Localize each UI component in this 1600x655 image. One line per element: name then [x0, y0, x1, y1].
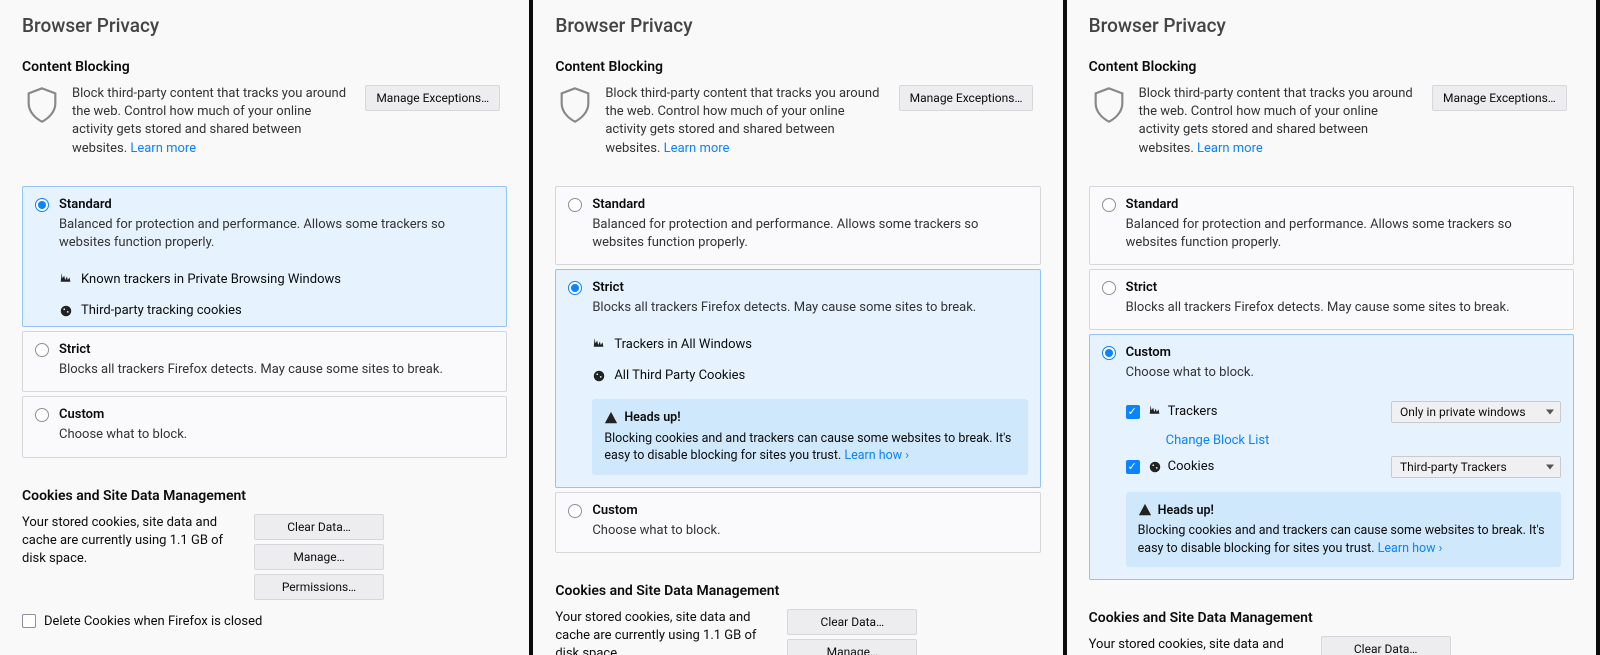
option-strict[interactable]: Strict Blocks all trackers Firefox detec… — [555, 269, 1040, 488]
shield-icon — [1089, 85, 1129, 125]
permissions-button[interactable]: Permissions… — [254, 574, 384, 600]
option-standard-desc: Balanced for protection and performance.… — [23, 216, 506, 264]
clear-data-button[interactable]: Clear Data… — [787, 609, 917, 635]
delete-on-close-label: Delete Cookies when Firefox is closed — [44, 614, 262, 629]
content-blocking-heading: Content Blocking — [555, 59, 1040, 75]
option-strict[interactable]: Strict Blocks all trackers Firefox detec… — [22, 331, 507, 392]
learn-how-link[interactable]: Learn how — [844, 448, 909, 463]
privacy-panel-custom: Browser Privacy Content Blocking Block t… — [1067, 0, 1600, 655]
shield-icon — [22, 85, 62, 125]
option-standard[interactable]: Standard Balanced for protection and per… — [555, 186, 1040, 265]
delete-on-close-checkbox[interactable] — [22, 614, 36, 628]
option-custom[interactable]: Custom Choose what to block. — [22, 396, 507, 457]
cookies-label: Cookies — [1168, 459, 1391, 474]
manage-button[interactable]: Manage… — [254, 544, 384, 570]
content-blocking-description: Block third-party content that tracks yo… — [605, 85, 888, 158]
cookies-heading: Cookies and Site Data Management — [1089, 610, 1574, 626]
content-blocking-heading: Content Blocking — [22, 59, 507, 75]
option-standard-title: Standard — [592, 197, 645, 212]
headsup-box: Heads up! Blocking cookies and and track… — [592, 399, 1027, 475]
content-blocking-description: Block third-party content that tracks yo… — [72, 85, 355, 158]
tracker-icon — [592, 338, 606, 352]
cookies-heading: Cookies and Site Data Management — [555, 583, 1040, 599]
standard-item-cookies: Third-party tracking cookies — [23, 295, 506, 326]
warning-icon — [604, 411, 618, 425]
option-custom-desc: Choose what to block. — [556, 522, 1039, 552]
content-blocking-heading: Content Blocking — [1089, 59, 1574, 75]
change-block-list-link[interactable]: Change Block List — [1090, 429, 1573, 450]
privacy-panel-strict: Browser Privacy Content Blocking Block t… — [533, 0, 1066, 655]
radio-strict[interactable] — [568, 281, 582, 295]
page-title: Browser Privacy — [1089, 14, 1574, 37]
cookies-summary: Your stored cookies, site data and cache… — [22, 514, 242, 569]
headsup-box: Heads up! Blocking cookies and and track… — [1126, 492, 1561, 568]
clear-data-button[interactable]: Clear Data… — [1321, 636, 1451, 655]
radio-custom[interactable] — [568, 504, 582, 518]
trackers-select[interactable]: Only in private windows — [1391, 401, 1561, 423]
option-standard-title: Standard — [1126, 197, 1179, 212]
option-standard-title: Standard — [59, 197, 112, 212]
cookie-icon — [1148, 460, 1162, 474]
radio-strict[interactable] — [35, 343, 49, 357]
learn-more-link[interactable]: Learn more — [1197, 141, 1263, 156]
option-strict-desc: Blocks all trackers Firefox detects. May… — [556, 299, 1039, 329]
radio-standard[interactable] — [568, 198, 582, 212]
trackers-label: Trackers — [1168, 404, 1391, 419]
strict-item-trackers: Trackers in All Windows — [556, 329, 1039, 360]
cookies-heading: Cookies and Site Data Management — [22, 488, 507, 504]
tracker-icon — [1148, 405, 1162, 419]
cookies-checkbox[interactable] — [1126, 460, 1140, 474]
clear-data-button[interactable]: Clear Data… — [254, 514, 384, 540]
shield-icon — [555, 85, 595, 125]
privacy-panel-standard: Browser Privacy Content Blocking Block t… — [0, 0, 533, 655]
strict-item-cookies: All Third Party Cookies — [556, 360, 1039, 391]
option-strict[interactable]: Strict Blocks all trackers Firefox detec… — [1089, 269, 1574, 330]
option-custom-desc: Choose what to block. — [23, 426, 506, 456]
option-standard-desc: Balanced for protection and performance.… — [556, 216, 1039, 264]
content-blocking-description: Block third-party content that tracks yo… — [1139, 85, 1422, 158]
radio-standard[interactable] — [35, 198, 49, 212]
option-custom[interactable]: Custom Choose what to block. — [555, 492, 1040, 553]
learn-how-link[interactable]: Learn how — [1378, 541, 1443, 556]
radio-strict[interactable] — [1102, 281, 1116, 295]
radio-standard[interactable] — [1102, 198, 1116, 212]
option-custom-title: Custom — [59, 407, 104, 422]
option-strict-title: Strict — [592, 280, 624, 295]
manage-button[interactable]: Manage… — [787, 639, 917, 655]
cookie-icon — [592, 369, 606, 383]
page-title: Browser Privacy — [555, 14, 1040, 37]
radio-custom[interactable] — [1102, 346, 1116, 360]
manage-exceptions-button[interactable]: Manage Exceptions… — [365, 85, 500, 111]
manage-exceptions-button[interactable]: Manage Exceptions… — [899, 85, 1034, 111]
trackers-checkbox[interactable] — [1126, 405, 1140, 419]
warning-icon — [1138, 503, 1152, 517]
option-custom-desc: Choose what to block. — [1090, 364, 1573, 394]
option-strict-desc: Blocks all trackers Firefox detects. May… — [23, 361, 506, 391]
cookie-icon — [59, 304, 73, 318]
option-standard[interactable]: Standard Balanced for protection and per… — [1089, 186, 1574, 265]
custom-trackers-row: Trackers Only in private windows — [1090, 395, 1573, 429]
option-standard[interactable]: Standard Balanced for protection and per… — [22, 186, 507, 327]
option-strict-desc: Blocks all trackers Firefox detects. May… — [1090, 299, 1573, 329]
manage-exceptions-button[interactable]: Manage Exceptions… — [1432, 85, 1567, 111]
option-standard-desc: Balanced for protection and performance.… — [1090, 216, 1573, 264]
option-custom-title: Custom — [1126, 345, 1171, 360]
option-strict-title: Strict — [59, 342, 91, 357]
learn-more-link[interactable]: Learn more — [130, 141, 196, 156]
learn-more-link[interactable]: Learn more — [664, 141, 730, 156]
cookies-summary: Your stored cookies, site data and cache… — [1089, 636, 1309, 655]
option-custom-title: Custom — [592, 503, 637, 518]
cookies-summary: Your stored cookies, site data and cache… — [555, 609, 775, 655]
standard-item-trackers: Known trackers in Private Browsing Windo… — [23, 264, 506, 295]
tracker-icon — [59, 273, 73, 287]
option-custom[interactable]: Custom Choose what to block. Trackers On… — [1089, 334, 1574, 580]
cookies-select[interactable]: Third-party Trackers — [1391, 456, 1561, 478]
radio-custom[interactable] — [35, 408, 49, 422]
custom-cookies-row: Cookies Third-party Trackers — [1090, 450, 1573, 484]
page-title: Browser Privacy — [22, 14, 507, 37]
option-strict-title: Strict — [1126, 280, 1158, 295]
